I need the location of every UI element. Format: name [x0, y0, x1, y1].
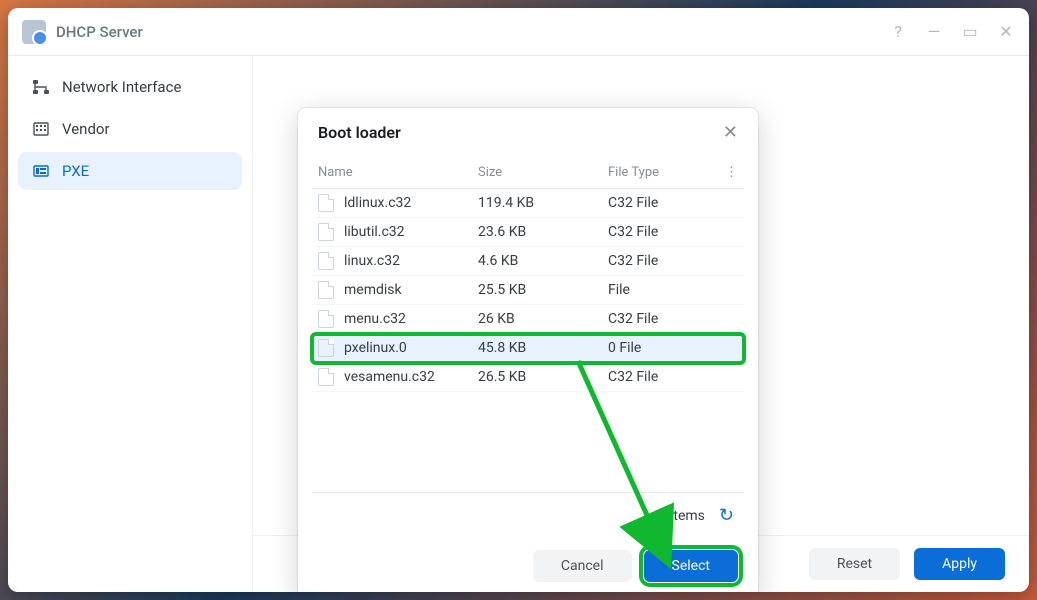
file-row[interactable]: vesamenu.c32 26.5 KBC32 File: [312, 363, 744, 392]
file-row[interactable]: linux.c32 4.6 KBC32 File: [312, 247, 744, 276]
file-size: 23.6 KB: [478, 224, 608, 240]
file-size: 4.6 KB: [478, 253, 608, 269]
table-header: Name Size File Type ⋮: [312, 157, 744, 189]
file-size: 45.8 KB: [478, 340, 608, 356]
help-icon[interactable]: ?: [889, 22, 907, 41]
sidebar-item-network[interactable]: Network Interface: [18, 68, 242, 106]
file-type: C32 File: [608, 253, 738, 269]
file-row[interactable]: ldlinux.c32 119.4 KBC32 File: [312, 189, 744, 218]
app-icon: [22, 20, 46, 44]
dialog-title: Boot loader: [318, 123, 401, 142]
col-name[interactable]: Name: [318, 165, 478, 180]
main-area: Network Interface Vendor PXE Reset Apply: [8, 56, 1029, 592]
file-type: C32 File: [608, 369, 738, 385]
main-window: DHCP Server ? — ▭ ✕ Network Interface Ve…: [8, 8, 1029, 592]
file-icon: [318, 281, 334, 299]
col-menu-icon[interactable]: ⋮: [722, 165, 738, 180]
file-row[interactable]: pxelinux.0 45.8 KB0 File: [312, 334, 744, 363]
file-icon: [318, 368, 334, 386]
bootloader-dialog: Boot loader ✕ Name Size File Type ⋮ ldli…: [298, 108, 758, 592]
sidebar-item-pxe[interactable]: PXE: [18, 152, 242, 190]
file-size: 25.5 KB: [478, 282, 608, 298]
sidebar-item-vendor[interactable]: Vendor: [18, 110, 242, 148]
col-type[interactable]: File Type: [608, 165, 722, 180]
reset-button[interactable]: Reset: [809, 548, 900, 580]
titlebar: DHCP Server ? — ▭ ✕: [8, 8, 1029, 56]
vendor-icon: [32, 120, 50, 138]
file-row[interactable]: libutil.c32 23.6 KBC32 File: [312, 218, 744, 247]
dialog-body: Name Size File Type ⋮ ldlinux.c32 119.4 K…: [298, 151, 758, 538]
file-size: 26.5 KB: [478, 369, 608, 385]
file-type: C32 File: [608, 224, 738, 240]
maximize-icon[interactable]: ▭: [961, 22, 979, 41]
file-name: vesamenu.c32: [344, 369, 435, 385]
file-size: 119.4 KB: [478, 195, 608, 211]
file-icon: [318, 252, 334, 270]
file-row[interactable]: memdisk 25.5 KBFile: [312, 276, 744, 305]
file-icon: [318, 339, 334, 357]
file-name: menu.c32: [344, 311, 406, 327]
sidebar-item-label: Vendor: [62, 120, 110, 138]
file-icon: [318, 310, 334, 328]
app-title: DHCP Server: [56, 23, 889, 41]
item-count: 7 items: [659, 508, 705, 524]
file-type: C32 File: [608, 311, 738, 327]
status-row: 7 items ↻: [312, 492, 744, 538]
network-icon: [32, 78, 50, 96]
col-size[interactable]: Size: [478, 165, 608, 180]
file-name: libutil.c32: [344, 224, 405, 240]
file-type: 0 File: [608, 340, 738, 356]
sidebar: Network Interface Vendor PXE: [8, 56, 253, 592]
file-icon: [318, 194, 334, 212]
close-icon[interactable]: ✕: [997, 22, 1015, 41]
file-type: File: [608, 282, 738, 298]
cancel-button[interactable]: Cancel: [533, 550, 632, 582]
file-name: linux.c32: [344, 253, 400, 269]
minimize-icon[interactable]: —: [925, 22, 943, 41]
dialog-footer: Cancel Select: [298, 538, 758, 592]
file-size: 26 KB: [478, 311, 608, 327]
sidebar-item-label: PXE: [62, 162, 89, 180]
dialog-close-icon[interactable]: ✕: [723, 122, 738, 143]
file-type: C32 File: [608, 195, 738, 211]
dialog-header: Boot loader ✕: [298, 108, 758, 151]
sidebar-item-label: Network Interface: [62, 78, 181, 96]
pxe-icon: [32, 162, 50, 180]
apply-button[interactable]: Apply: [914, 548, 1005, 580]
file-list: ldlinux.c32119.4 KBC32 Filelibutil.c3223…: [312, 189, 744, 392]
refresh-icon[interactable]: ↻: [719, 505, 734, 526]
select-button[interactable]: Select: [644, 550, 738, 582]
file-name: pxelinux.0: [344, 340, 407, 356]
file-row[interactable]: menu.c32 26 KBC32 File: [312, 305, 744, 334]
file-name: memdisk: [344, 282, 402, 298]
file-icon: [318, 223, 334, 241]
file-name: ldlinux.c32: [344, 195, 411, 211]
window-controls: ? — ▭ ✕: [889, 22, 1015, 41]
